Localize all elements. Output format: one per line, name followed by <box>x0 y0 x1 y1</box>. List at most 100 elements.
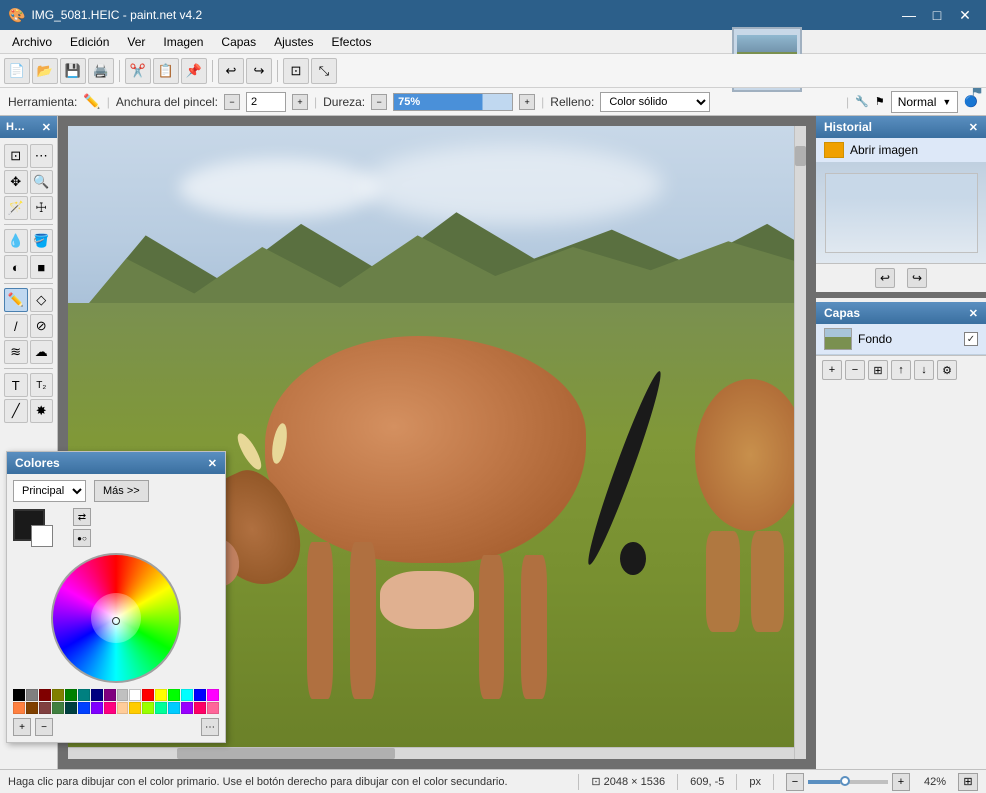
gradient-tool[interactable]: ◐ <box>4 255 28 279</box>
zoom-in-button[interactable]: + <box>892 773 910 791</box>
resize-button[interactable]: ⤡ <box>311 58 337 84</box>
layer-visibility-checkbox[interactable]: ✓ <box>964 332 978 346</box>
menu-edicion[interactable]: Edición <box>62 33 117 51</box>
palette-color-30[interactable] <box>181 702 193 714</box>
palette-color-23[interactable] <box>91 702 103 714</box>
line-tool[interactable]: ╱ <box>4 399 28 423</box>
hardness-bar[interactable]: 75% <box>393 93 513 111</box>
palette-color-14[interactable] <box>181 689 193 701</box>
print-button[interactable]: 🖨️ <box>88 58 114 84</box>
palette-color-31[interactable] <box>194 702 206 714</box>
blend-mode-dropdown[interactable]: Normal ▼ <box>891 91 959 113</box>
minimize-button[interactable]: — <box>896 4 922 26</box>
remove-custom-color-button[interactable]: − <box>35 718 53 736</box>
palette-color-25[interactable] <box>117 702 129 714</box>
palette-color-3[interactable] <box>39 689 51 701</box>
swap-colors-button[interactable]: ⇄ <box>73 508 91 526</box>
vertical-scrollbar[interactable] <box>794 126 806 759</box>
undo-history-button[interactable]: ↩ <box>875 268 895 288</box>
brush-tool[interactable]: ✏️ <box>4 288 28 312</box>
brush-increase-button[interactable]: + <box>292 94 308 110</box>
palette-color-15[interactable] <box>194 689 206 701</box>
primary-color-swatch[interactable] <box>13 509 45 541</box>
color-wheel[interactable] <box>51 553 181 683</box>
delete-layer-button[interactable]: − <box>845 360 865 380</box>
copy-button[interactable]: 📋 <box>153 58 179 84</box>
palette-color-1[interactable] <box>13 689 25 701</box>
redo-button[interactable]: ↪ <box>246 58 272 84</box>
primary-secondary-select[interactable]: Principal <box>13 480 86 502</box>
history-item-open[interactable]: Abrir imagen <box>816 138 986 163</box>
add-layer-button[interactable]: + <box>822 360 842 380</box>
reset-colors-button[interactable]: ●○ <box>73 529 91 547</box>
palette-color-26[interactable] <box>129 702 141 714</box>
move-tool[interactable]: ✥ <box>4 170 28 194</box>
move-layer-down-button[interactable]: ↓ <box>914 360 934 380</box>
palette-color-4[interactable] <box>52 689 64 701</box>
palette-color-10[interactable] <box>129 689 141 701</box>
zoom-fit-button[interactable]: ⊞ <box>958 773 978 791</box>
lasso-select-tool[interactable]: ⋯ <box>30 144 54 168</box>
palette-color-32[interactable] <box>207 702 219 714</box>
menu-capas[interactable]: Capas <box>213 33 264 51</box>
rectangle-select-tool[interactable]: ⊡ <box>4 144 28 168</box>
palette-color-12[interactable] <box>155 689 167 701</box>
open-button[interactable]: 📂 <box>32 58 58 84</box>
smudge-tool[interactable]: ≋ <box>4 340 28 364</box>
zoom-tool[interactable]: 🔍 <box>30 170 54 194</box>
palette-color-5[interactable] <box>65 689 77 701</box>
palette-color-2[interactable] <box>26 689 38 701</box>
move-layer-up-button[interactable]: ↑ <box>891 360 911 380</box>
brush-decrease-button[interactable]: − <box>224 94 240 110</box>
duplicate-layer-button[interactable]: ⊞ <box>868 360 888 380</box>
toolbox-close-icon[interactable]: ✕ <box>42 121 51 134</box>
palette-color-7[interactable] <box>91 689 103 701</box>
pencil-tool[interactable]: / <box>4 314 28 338</box>
palette-color-16[interactable] <box>207 689 219 701</box>
dropper-tool[interactable]: ⊘ <box>30 314 54 338</box>
layer-item-fondo[interactable]: Fondo ✓ <box>816 324 986 355</box>
save-button[interactable]: 💾 <box>60 58 86 84</box>
hardness-decrease-button[interactable]: − <box>371 94 387 110</box>
palette-color-19[interactable] <box>39 702 51 714</box>
zoom-slider-track[interactable] <box>808 780 888 784</box>
palette-color-24[interactable] <box>104 702 116 714</box>
fill-tool[interactable]: ■ <box>30 255 54 279</box>
palette-color-9[interactable] <box>117 689 129 701</box>
palette-color-6[interactable] <box>78 689 90 701</box>
move2-tool[interactable]: ☩ <box>30 196 54 220</box>
layers-close-icon[interactable]: ✕ <box>969 307 978 320</box>
menu-ver[interactable]: Ver <box>119 33 153 51</box>
brush-width-input[interactable] <box>246 92 286 112</box>
palette-color-18[interactable] <box>26 702 38 714</box>
palette-color-20[interactable] <box>52 702 64 714</box>
cut-button[interactable]: ✂️ <box>125 58 151 84</box>
close-button[interactable]: ✕ <box>952 4 978 26</box>
horizontal-scrollbar[interactable] <box>68 747 794 759</box>
burn-tool[interactable]: ☁ <box>30 340 54 364</box>
palette-color-13[interactable] <box>168 689 180 701</box>
text-tool-2[interactable]: T₂ <box>30 373 54 397</box>
history-close-icon[interactable]: ✕ <box>969 121 978 134</box>
text-tool[interactable]: T <box>4 373 28 397</box>
palette-color-28[interactable] <box>155 702 167 714</box>
color-settings-button[interactable]: ⋯ <box>201 718 219 736</box>
undo-button[interactable]: ↩ <box>218 58 244 84</box>
maximize-button[interactable]: □ <box>924 4 950 26</box>
secondary-color-swatch[interactable] <box>31 525 53 547</box>
menu-ajustes[interactable]: Ajustes <box>266 33 321 51</box>
hardness-increase-button[interactable]: + <box>519 94 535 110</box>
shape-tool[interactable]: ✸ <box>30 399 54 423</box>
zoom-slider-thumb[interactable] <box>840 776 850 786</box>
fill-dropdown[interactable]: Color sólido <box>600 92 710 112</box>
eraser-tool[interactable]: ◇ <box>30 288 54 312</box>
paste-button[interactable]: 📌 <box>181 58 207 84</box>
menu-efectos[interactable]: Efectos <box>323 33 379 51</box>
menu-archivo[interactable]: Archivo <box>4 33 60 51</box>
zoom-out-button[interactable]: − <box>786 773 804 791</box>
palette-color-17[interactable] <box>13 702 25 714</box>
palette-color-29[interactable] <box>168 702 180 714</box>
colors-more-button[interactable]: Más >> <box>94 480 149 502</box>
layer-settings-button[interactable]: ⚙ <box>937 360 957 380</box>
palette-color-21[interactable] <box>65 702 77 714</box>
